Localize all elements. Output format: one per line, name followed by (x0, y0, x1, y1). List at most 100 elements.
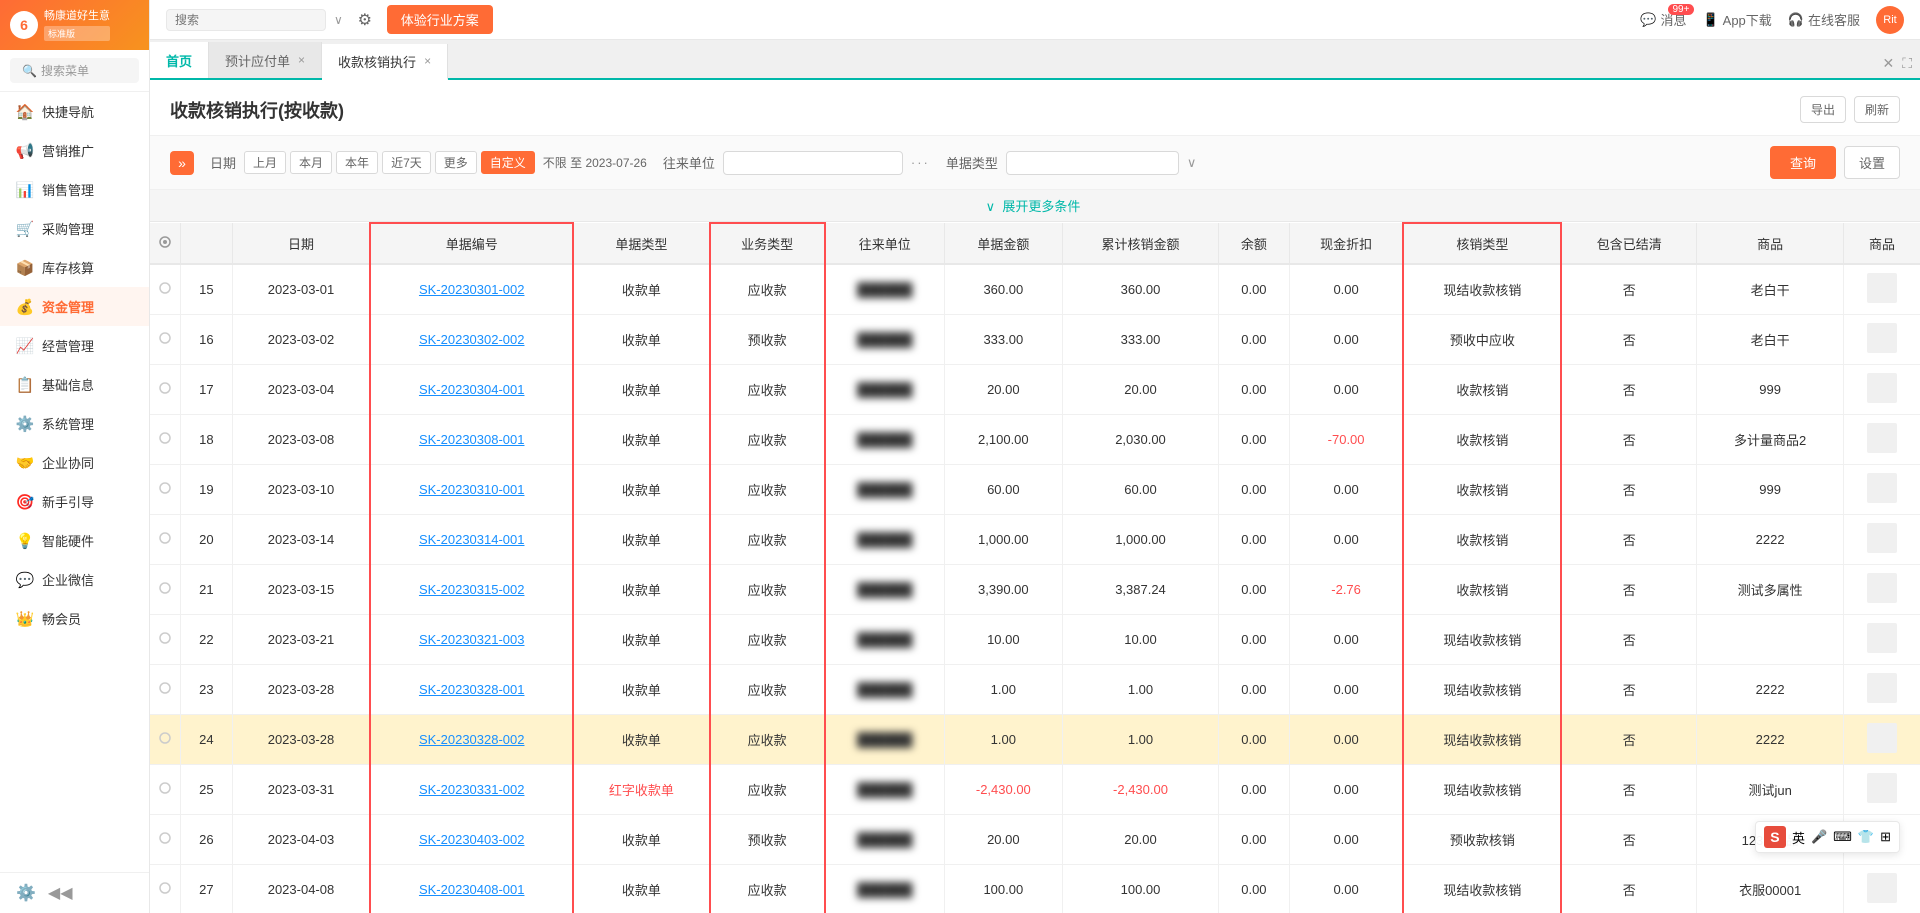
col-gear[interactable] (150, 765, 181, 815)
col-doc-no[interactable]: SK-20230321-003 (370, 615, 573, 665)
col-doc-no[interactable]: SK-20230403-002 (370, 815, 573, 865)
col-gear[interactable] (150, 665, 181, 715)
online-service[interactable]: 🎧 在线客服 (1788, 10, 1860, 29)
message-notification[interactable]: 💬 消息 99+ (1640, 10, 1686, 29)
col-doc-no[interactable]: SK-20230314-001 (370, 515, 573, 565)
sidebar-item-collab[interactable]: 🤝 企业协同 (0, 443, 149, 482)
doc-type-select[interactable] (1006, 151, 1179, 175)
col-discount: -70.00 (1289, 415, 1403, 465)
sidebar-item-inventory[interactable]: 📦 库存核算 (0, 248, 149, 287)
user-avatar[interactable]: Rit (1876, 6, 1904, 34)
sidebar-item-hardware[interactable]: 💡 智能硬件 (0, 521, 149, 560)
sidebar-item-label: 营销推广 (42, 141, 94, 160)
this-month-btn[interactable]: 本月 (290, 151, 332, 174)
col-header-gear[interactable] (150, 223, 181, 264)
col-gear[interactable] (150, 415, 181, 465)
col-gear[interactable] (150, 365, 181, 415)
col-discount: 0.00 (1289, 665, 1403, 715)
col-doc-no[interactable]: SK-20230328-002 (370, 715, 573, 765)
tab-collection-close[interactable]: × (424, 54, 431, 68)
sidebar-item-purchase[interactable]: 🛒 采购管理 (0, 209, 149, 248)
col-doc-no[interactable]: SK-20230301-002 (370, 264, 573, 315)
expand-more-conditions[interactable]: ∨ 展开更多条件 (150, 190, 1920, 222)
sidebar-item-base[interactable]: 📋 基础信息 (0, 365, 149, 404)
sidebar-item-shortcut[interactable]: 🏠 快捷导航 (0, 92, 149, 131)
col-date: 2023-04-03 (232, 815, 370, 865)
maximize-tab-btn[interactable]: ⛶ (1902, 55, 1912, 72)
col-goods-img (1843, 465, 1920, 515)
tab-prepay[interactable]: 预计应付单 × (209, 42, 322, 78)
sidebar-search-section[interactable]: 🔍 搜索菜单 (0, 50, 149, 92)
sidebar-item-label: 系统管理 (42, 414, 94, 433)
col-doc-no[interactable]: SK-20230331-002 (370, 765, 573, 815)
sidebar-item-guide[interactable]: 🎯 新手引导 (0, 482, 149, 521)
message-icon: 💬 (1640, 12, 1656, 28)
tab-prepay-close[interactable]: × (298, 53, 305, 67)
last-7days-btn[interactable]: 近7天 (382, 151, 431, 174)
settings-button[interactable]: ⚙ (351, 6, 379, 34)
col-gear[interactable] (150, 715, 181, 765)
col-doc-no[interactable]: SK-20230328-001 (370, 665, 573, 715)
last-month-btn[interactable]: 上月 (244, 151, 286, 174)
sidebar-item-finance[interactable]: 💰 资金管理 (0, 287, 149, 326)
this-year-btn[interactable]: 本年 (336, 151, 378, 174)
col-biz-type: 应收款 (710, 515, 825, 565)
industry-solution-button[interactable]: 体验行业方案 (387, 5, 493, 34)
col-doc-no[interactable]: SK-20230304-001 (370, 365, 573, 415)
col-seq: 22 (181, 615, 233, 665)
col-doc-no[interactable]: SK-20230308-001 (370, 415, 573, 465)
topbar-right: 💬 消息 99+ 📱 App下载 🎧 在线客服 Rit (1640, 6, 1904, 34)
app-download[interactable]: 📱 App下载 (1702, 10, 1771, 29)
col-doc-no[interactable]: SK-20230408-001 (370, 865, 573, 913)
col-gear[interactable] (150, 865, 181, 913)
tab-home[interactable]: 首页 (150, 42, 209, 78)
col-gear[interactable] (150, 515, 181, 565)
col-gear[interactable] (150, 815, 181, 865)
settings-icon[interactable]: ⚙️ (16, 883, 36, 903)
sidebar-item-sales[interactable]: 📊 销售管理 (0, 170, 149, 209)
doc-type-filter-label: 单据类型 (946, 153, 998, 172)
sidebar-item-label: 快捷导航 (42, 102, 94, 121)
vip-icon: 👑 (16, 610, 34, 628)
col-header-cancel-type: 核销类型 (1403, 223, 1561, 264)
export-button[interactable]: 导出 (1800, 96, 1846, 123)
doc-type-dropdown-icon[interactable]: ∨ (1187, 155, 1197, 171)
more-filters-dots[interactable]: ··· (911, 155, 930, 170)
sidebar-item-system[interactable]: ⚙️ 系统管理 (0, 404, 149, 443)
col-cancel-type: 预收款核销 (1403, 815, 1561, 865)
table-row: 23 2023-03-28 SK-20230328-001 收款单 应收款 ██… (150, 665, 1920, 715)
custom-date-btn[interactable]: 自定义 (481, 151, 535, 174)
sidebar-item-vip[interactable]: 👑 畅会员 (0, 599, 149, 638)
system-icon: ⚙️ (16, 415, 34, 433)
col-cancel-type: 收款核销 (1403, 465, 1561, 515)
col-cancel-type: 收款核销 (1403, 565, 1561, 615)
sidebar-item-marketing[interactable]: 📢 营销推广 (0, 131, 149, 170)
col-gear[interactable] (150, 315, 181, 365)
collapse-icon[interactable]: ◀◀ (48, 883, 73, 903)
sidebar-item-operations[interactable]: 📈 经营管理 (0, 326, 149, 365)
col-balance: 0.00 (1219, 415, 1290, 465)
col-gear[interactable] (150, 264, 181, 315)
filter-expand-button[interactable]: » (170, 151, 194, 175)
search-menu-btn[interactable]: 🔍 搜索菜单 (10, 58, 139, 83)
breadcrumb-search-input[interactable] (166, 9, 326, 31)
query-button[interactable]: 查询 (1770, 146, 1836, 179)
more-date-btn[interactable]: 更多 (435, 151, 477, 174)
col-gear[interactable] (150, 565, 181, 615)
filter-settings-button[interactable]: 设置 (1844, 146, 1900, 179)
close-tab-btn[interactable]: ✕ (1882, 55, 1894, 72)
sidebar-item-label: 企业协同 (42, 453, 94, 472)
date-filter-group: 日期 上月 本月 本年 近7天 更多 自定义 不限 至 2023-07-26 (210, 151, 647, 174)
partner-filter-input[interactable] (723, 151, 903, 175)
tab-collection[interactable]: 收款核销执行 × (322, 44, 448, 80)
refresh-button[interactable]: 刷新 (1854, 96, 1900, 123)
col-discount: 0.00 (1289, 264, 1403, 315)
col-cancel-amount: 1.00 (1062, 665, 1218, 715)
sidebar-item-wechat[interactable]: 💬 企业微信 (0, 560, 149, 599)
col-doc-no[interactable]: SK-20230315-002 (370, 565, 573, 615)
col-doc-no[interactable]: SK-20230310-001 (370, 465, 573, 515)
col-doc-no[interactable]: SK-20230302-002 (370, 315, 573, 365)
col-doc-type: 收款单 (573, 515, 709, 565)
col-gear[interactable] (150, 615, 181, 665)
col-gear[interactable] (150, 465, 181, 515)
